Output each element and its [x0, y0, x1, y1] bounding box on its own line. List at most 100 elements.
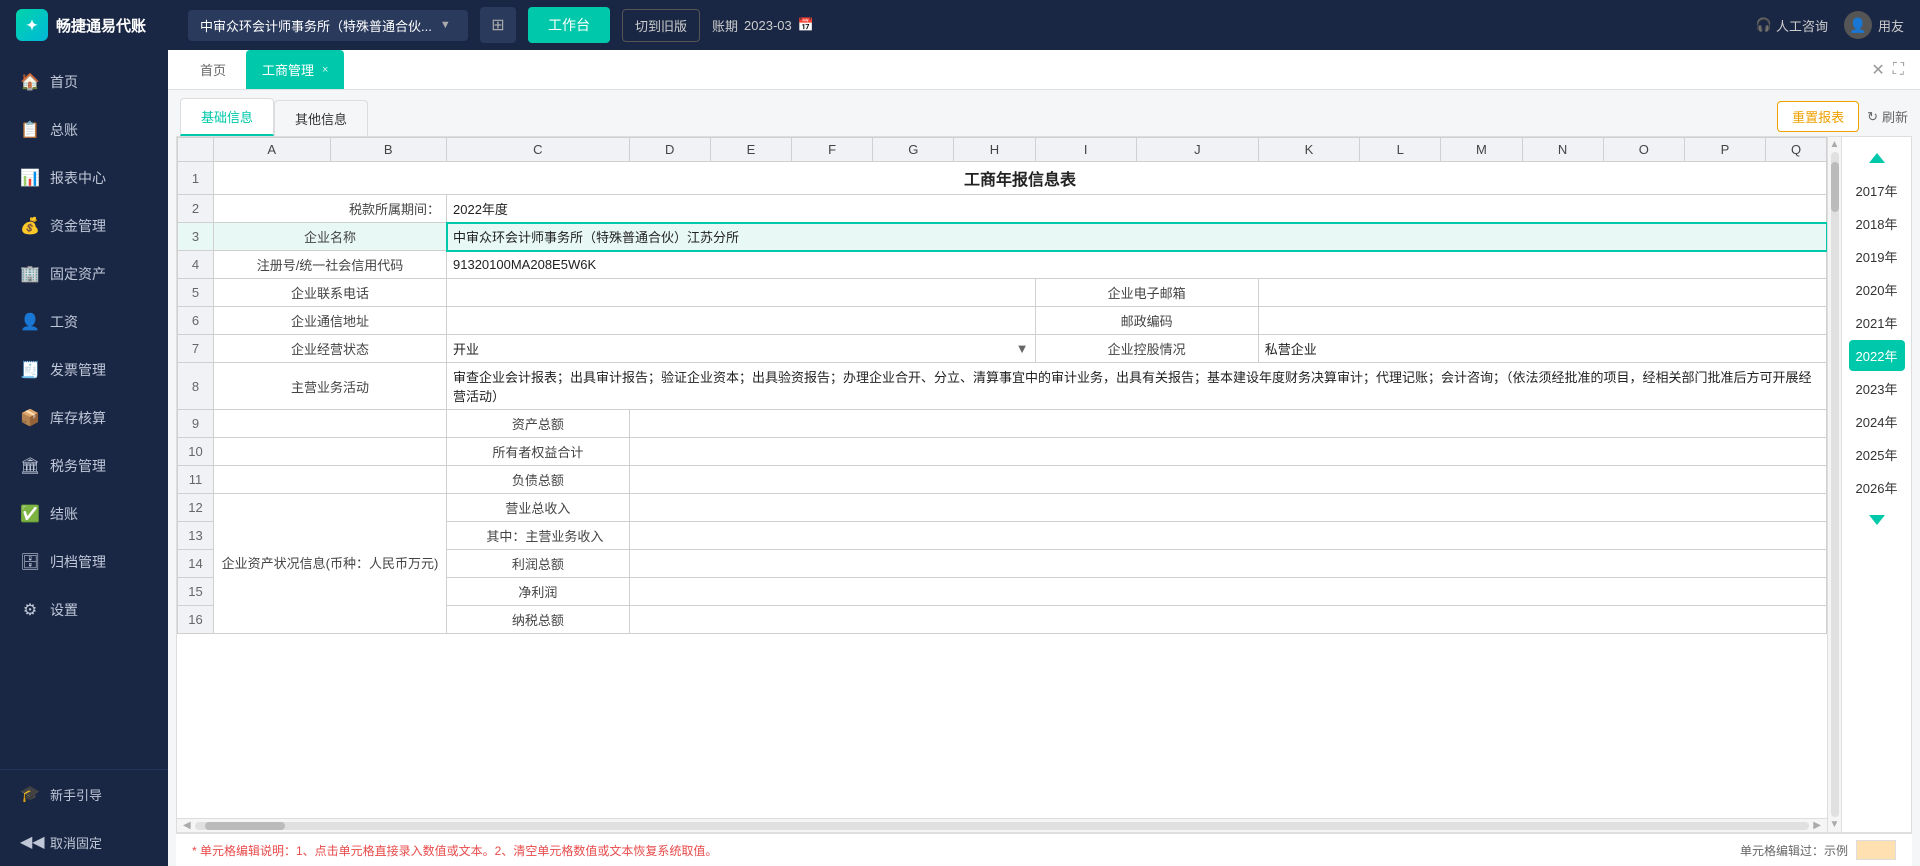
- edit-tip: * 单元格编辑说明：1、点击单元格直接录入数值或文本。2、清空单元格数值或文本恢…: [192, 842, 717, 859]
- sidebar-item-invoice[interactable]: 🧾 发票管理: [0, 346, 168, 394]
- total-profit-value[interactable]: [629, 550, 1826, 578]
- logo-text: 畅捷通易代账: [56, 15, 146, 36]
- year-2020[interactable]: 2020年: [1849, 274, 1905, 305]
- row-num-5: 5: [178, 279, 214, 307]
- tab-close-icon[interactable]: ×: [322, 64, 328, 76]
- sidebar-item-salary[interactable]: 👤 工资: [0, 298, 168, 346]
- sidebar-item-label: 发票管理: [50, 360, 106, 380]
- total-revenue-value[interactable]: [629, 494, 1826, 522]
- sidebar-item-tax[interactable]: 🏛 税务管理: [0, 442, 168, 490]
- right-year-panel: 2017年 2018年 2019年 2020年 2021年 2022年 2023…: [1841, 137, 1911, 832]
- sidebar: 🏠 首页 📋 总账 📊 报表中心 💰 资金管理 🏢 固定资产 👤 工资: [0, 50, 168, 866]
- main-revenue-value[interactable]: [629, 522, 1826, 550]
- scroll-down-icon[interactable]: ▼: [1830, 819, 1840, 830]
- row-num-4: 4: [178, 251, 214, 279]
- net-profit-value[interactable]: [629, 578, 1826, 606]
- company-selector[interactable]: 中审众环会计师事务所（特殊普通合伙... ▼: [188, 10, 468, 41]
- avatar: 👤: [1844, 11, 1872, 39]
- biz-status-value[interactable]: 开业 ▼: [447, 335, 1036, 363]
- company-value-cell[interactable]: 中审众环会计师事务所（特殊普通合伙）江苏分所: [447, 223, 1827, 251]
- workbench-button[interactable]: 工作台: [528, 7, 610, 43]
- sidebar-item-ledger[interactable]: 📋 总账: [0, 106, 168, 154]
- period-value: 2023-03: [744, 18, 792, 33]
- sidebar-item-unpin[interactable]: ◀◀ 取消固定: [0, 818, 168, 866]
- liability-value[interactable]: [629, 466, 1826, 494]
- sidebar-item-settings[interactable]: ⚙ 设置: [0, 586, 168, 634]
- calendar-icon[interactable]: 📅: [798, 17, 814, 33]
- phone-value-cell[interactable]: [447, 279, 1036, 307]
- year-nav-down[interactable]: [1842, 505, 1911, 533]
- col-q: Q: [1766, 138, 1827, 162]
- period-value-cell[interactable]: 2022年度: [447, 195, 1827, 223]
- scroll-left-icon[interactable]: ◀: [179, 820, 195, 831]
- sidebar-item-checkout[interactable]: ✅ 结账: [0, 490, 168, 538]
- bottom-bar: * 单元格编辑说明：1、点击单元格直接录入数值或文本。2、清空单元格数值或文本恢…: [176, 833, 1912, 866]
- scroll-up-icon[interactable]: ▲: [1830, 139, 1840, 150]
- year-2026[interactable]: 2026年: [1849, 472, 1905, 503]
- vertical-scrollbar[interactable]: ▲ ▼: [1827, 137, 1841, 832]
- sidebar-item-label: 固定资产: [50, 264, 106, 284]
- col-d: D: [629, 138, 710, 162]
- refresh-button[interactable]: ↻ 刷新: [1867, 107, 1908, 126]
- user-area[interactable]: 👤 用友: [1844, 11, 1904, 39]
- tab-basic-info[interactable]: 基础信息: [180, 98, 274, 136]
- email-value-cell[interactable]: [1258, 279, 1826, 307]
- biz-activities-value[interactable]: 审查企业会计报表；出具审计报告；验证企业资本；出具验资报告；办理企业合开、分立、…: [447, 363, 1827, 410]
- table-row: 5 企业联系电话 企业电子邮箱: [178, 279, 1827, 307]
- tab-other-info[interactable]: 其他信息: [274, 100, 368, 136]
- maximize-icon[interactable]: ⛶: [1893, 61, 1904, 79]
- support-btn[interactable]: 🎧 人工咨询: [1756, 16, 1828, 35]
- equity-value[interactable]: [629, 438, 1826, 466]
- sidebar-item-assets[interactable]: 🏢 固定资产: [0, 250, 168, 298]
- sidebar-item-home[interactable]: 🏠 首页: [0, 58, 168, 106]
- total-tax-value[interactable]: [629, 606, 1826, 634]
- row-num-14: 14: [178, 550, 214, 578]
- col-k: K: [1258, 138, 1359, 162]
- sidebar-item-archive[interactable]: 🗄 归档管理: [0, 538, 168, 586]
- year-nav-up[interactable]: [1842, 145, 1911, 173]
- table-row: 9 资产总额: [178, 410, 1827, 438]
- year-2019[interactable]: 2019年: [1849, 241, 1905, 272]
- year-2023[interactable]: 2023年: [1849, 373, 1905, 404]
- newbie-icon: 🎓: [20, 784, 40, 804]
- table-scroll[interactable]: A B C D E F G H I J: [177, 137, 1827, 818]
- main-content: 基础信息 其他信息 重置报表 ↻ 刷新: [168, 90, 1920, 866]
- col-p: P: [1684, 138, 1765, 162]
- reset-report-button[interactable]: 重置报表: [1777, 101, 1859, 132]
- user-label: 用友: [1878, 16, 1904, 35]
- ownership-value[interactable]: 私营企业: [1258, 335, 1826, 363]
- year-2017[interactable]: 2017年: [1849, 175, 1905, 206]
- spreadsheet-main: A B C D E F G H I J: [177, 137, 1827, 832]
- asset-group-label: 企业资产状况信息(币种：人民币万元): [214, 494, 447, 634]
- postal-value-cell[interactable]: [1258, 307, 1826, 335]
- sidebar-item-finance[interactable]: 💰 资金管理: [0, 202, 168, 250]
- year-2021[interactable]: 2021年: [1849, 307, 1905, 338]
- switch-old-button[interactable]: 切到旧版: [622, 9, 700, 42]
- cell-edit-label: 单元格编辑过：示例: [1740, 842, 1848, 859]
- horizontal-scrollbar[interactable]: ◀ ▶: [177, 818, 1827, 832]
- close-window-icon[interactable]: ✕: [1871, 60, 1884, 80]
- scroll-thumb: [205, 822, 285, 830]
- tab-commerce[interactable]: 工商管理 ×: [246, 50, 344, 89]
- row-num-16: 16: [178, 606, 214, 634]
- postal-label-cell: 邮政编码: [1035, 307, 1258, 335]
- year-2022[interactable]: 2022年: [1849, 340, 1905, 371]
- year-2025[interactable]: 2025年: [1849, 439, 1905, 470]
- ledger-icon: 📋: [20, 120, 40, 140]
- sidebar-item-inventory[interactable]: 📦 库存核算: [0, 394, 168, 442]
- reg-value-cell[interactable]: 91320100MA208E5W6K: [447, 251, 1827, 279]
- year-2024[interactable]: 2024年: [1849, 406, 1905, 437]
- sidebar-item-newbie[interactable]: 🎓 新手引导: [0, 770, 168, 818]
- total-assets-value[interactable]: [629, 410, 1826, 438]
- settings-icon: ⚙: [20, 600, 40, 620]
- sidebar-item-reports[interactable]: 📊 报表中心: [0, 154, 168, 202]
- tab-home[interactable]: 首页: [184, 50, 242, 89]
- year-2018[interactable]: 2018年: [1849, 208, 1905, 239]
- row-num-3: 3: [178, 223, 214, 251]
- home-icon: 🏠: [20, 72, 40, 92]
- company-icon-btn[interactable]: ⊞: [480, 7, 516, 43]
- address-value-cell[interactable]: [447, 307, 1036, 335]
- row-num-10: 10: [178, 438, 214, 466]
- scroll-right-icon[interactable]: ▶: [1809, 820, 1825, 831]
- table-row: 8 主营业务活动 审查企业会计报表；出具审计报告；验证企业资本；出具验资报告；办…: [178, 363, 1827, 410]
